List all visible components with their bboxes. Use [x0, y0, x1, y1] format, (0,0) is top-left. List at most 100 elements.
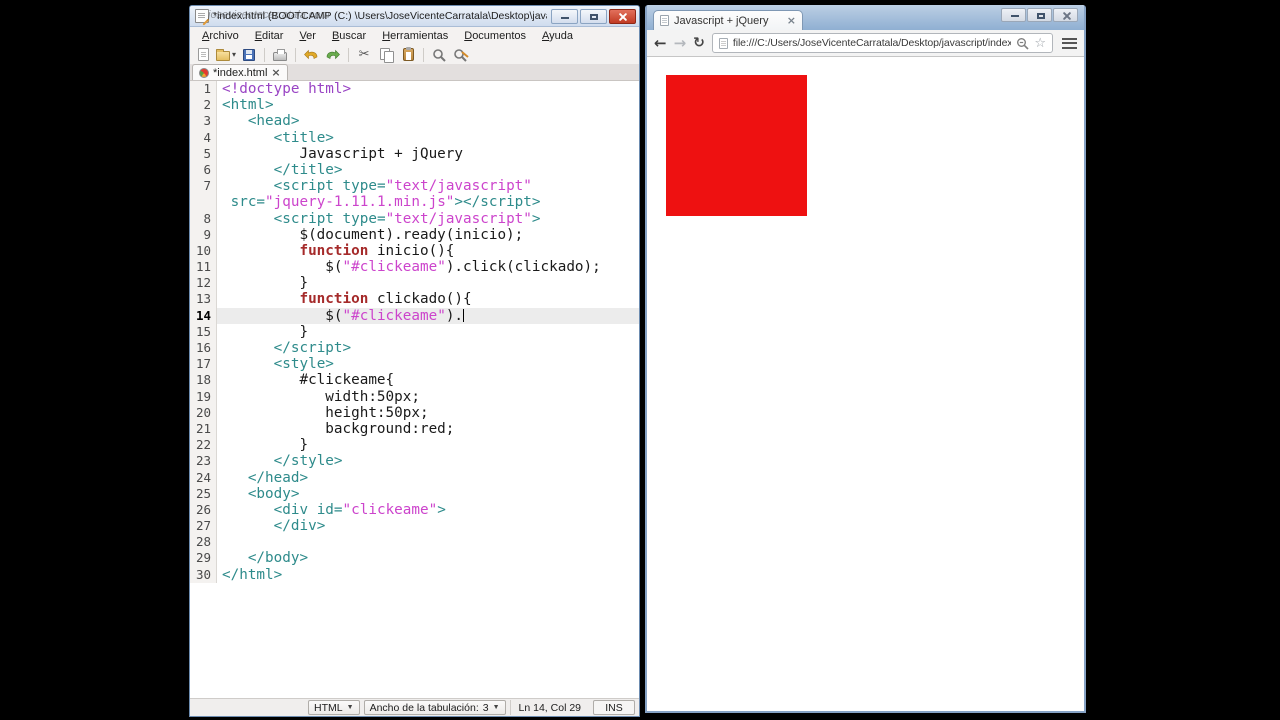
- gedit-app-icon: [195, 9, 209, 23]
- code-line[interactable]: 26 <div id="clickeame">: [190, 501, 639, 519]
- gedit-window: *index.html (BOOTCAMP (C:) \Users\JoseVi…: [189, 5, 640, 717]
- code-line[interactable]: 19 width:50px;: [190, 388, 639, 405]
- open-folder-icon: [216, 49, 230, 61]
- address-bar[interactable]: file:///C:/Users/JoseVicenteCarratala/De…: [711, 33, 1053, 53]
- chevron-down-icon: ▼: [346, 704, 354, 711]
- paste-button[interactable]: [399, 46, 417, 63]
- code-line[interactable]: src="jquery-1.11.1.min.js"></script>: [190, 194, 639, 211]
- code-line[interactable]: 28: [190, 534, 639, 551]
- tab-close-icon[interactable]: ×: [787, 15, 796, 26]
- line-number: 27: [190, 518, 217, 535]
- new-document-button[interactable]: [194, 46, 212, 63]
- code-line[interactable]: 1 <!doctype html>: [190, 81, 639, 98]
- toolbar-separator: [295, 47, 297, 62]
- code-line[interactable]: 24 </head>: [190, 469, 639, 486]
- line-number: 23: [190, 453, 217, 470]
- code-line[interactable]: 23 </style>: [190, 453, 639, 470]
- line-number: 22: [190, 437, 217, 454]
- browser-menu-icon[interactable]: [1062, 37, 1077, 49]
- line-number: 19: [190, 388, 217, 405]
- search-icon: [432, 48, 446, 62]
- code-line[interactable]: 13 function clickado(){: [190, 291, 639, 308]
- code-line[interactable]: 10 function inicio(){: [190, 242, 639, 260]
- search-replace-button[interactable]: [452, 46, 470, 63]
- line-number: 25: [190, 485, 217, 502]
- clickeame-red-square[interactable]: [666, 75, 807, 216]
- code-line[interactable]: 21 background:red;: [190, 420, 639, 438]
- code-line[interactable]: 3 <head>: [190, 113, 639, 130]
- browser-tab[interactable]: Javascript + jQuery ×: [653, 10, 803, 30]
- code-line[interactable]: 14 $("#clickeame").: [190, 307, 639, 324]
- redo-button[interactable]: [324, 46, 342, 63]
- code-line[interactable]: 30 </html>: [190, 566, 639, 583]
- redo-icon: [326, 49, 340, 60]
- menu-ayuda[interactable]: Ayuda: [534, 29, 581, 43]
- code-lines: 1 <!doctype html> 2 <html> 3 <head> 4 <title>…: [190, 81, 639, 583]
- menu-herramientas[interactable]: Herramientas: [374, 29, 456, 43]
- line-number: 10: [190, 242, 217, 260]
- search-button[interactable]: [430, 46, 448, 63]
- gedit-menubar: Archivo Editar Ver Buscar Herramientas D…: [190, 27, 639, 45]
- save-button[interactable]: [240, 46, 258, 63]
- zoom-level-icon[interactable]: [1016, 37, 1029, 50]
- code-line[interactable]: 5 Javascript + jQuery: [190, 145, 639, 162]
- menu-archivo[interactable]: Archivo: [194, 29, 247, 43]
- line-number: 21: [190, 420, 217, 438]
- code-line[interactable]: 16 </script>: [190, 340, 639, 357]
- code-line[interactable]: 12 }: [190, 275, 639, 292]
- menu-editar[interactable]: Editar: [247, 29, 292, 43]
- code-line[interactable]: 29 </body>: [190, 550, 639, 567]
- tab-close-icon[interactable]: ×: [271, 67, 280, 78]
- code-line[interactable]: 7 <script type="text/javascript": [190, 178, 639, 195]
- menu-ver[interactable]: Ver: [291, 29, 324, 43]
- line-number: 12: [190, 275, 217, 292]
- tab-width-selector[interactable]: Ancho de la tabulación: 3 ▼: [363, 700, 506, 715]
- editor-tab-index-html[interactable]: *index.html ×: [192, 64, 288, 80]
- cut-button[interactable]: ✂: [355, 46, 373, 63]
- browser-maximize-button[interactable]: [1027, 8, 1052, 22]
- code-line[interactable]: 11 $("#clickeame").click(clickado);: [190, 259, 639, 276]
- forward-button[interactable]: →: [674, 35, 687, 51]
- line-number: 30: [190, 566, 217, 583]
- gedit-titlebar[interactable]: *index.html (BOOTCAMP (C:) \Users\JoseVi…: [190, 6, 639, 27]
- code-line[interactable]: 6 </title>: [190, 161, 639, 179]
- language-selector[interactable]: HTML ▼: [308, 700, 360, 715]
- menu-documentos[interactable]: Documentos: [456, 29, 534, 43]
- maximize-icon: [1037, 13, 1045, 19]
- open-button[interactable]: ▾: [216, 46, 236, 63]
- line-number: 13: [190, 291, 217, 308]
- undo-button[interactable]: [302, 46, 320, 63]
- chevron-down-icon: ▼: [492, 704, 500, 711]
- code-line[interactable]: 25 <body>: [190, 485, 639, 502]
- open-dropdown-icon[interactable]: ▾: [232, 50, 236, 59]
- gedit-maximize-button[interactable]: [580, 8, 607, 24]
- menu-buscar[interactable]: Buscar: [324, 29, 374, 43]
- copy-button[interactable]: [377, 46, 395, 63]
- code-line[interactable]: 4 <title>: [190, 129, 639, 146]
- input-mode-indicator: INS: [593, 700, 635, 715]
- gedit-close-button[interactable]: [609, 8, 636, 24]
- reload-button[interactable]: ↻: [693, 36, 705, 50]
- code-line[interactable]: 17 <style>: [190, 356, 639, 373]
- tab-width-label: Ancho de la tabulación:: [369, 701, 479, 714]
- print-button[interactable]: [271, 46, 289, 63]
- code-editor[interactable]: 1 <!doctype html> 2 <html> 3 <head> 4 <title>…: [190, 81, 639, 698]
- code-line[interactable]: 8 <script type="text/javascript">: [190, 210, 639, 227]
- browser-close-button[interactable]: [1053, 8, 1078, 22]
- bookmark-star-icon[interactable]: ☆: [1034, 37, 1046, 50]
- code-line[interactable]: 22 }: [190, 437, 639, 454]
- browser-titlebar[interactable]: Javascript + jQuery ×: [647, 5, 1084, 30]
- code-line[interactable]: 9 $(document).ready(inicio);: [190, 226, 639, 243]
- browser-window: Javascript + jQuery × ← → ↻ file:///C:/U…: [645, 5, 1086, 713]
- browser-minimize-button[interactable]: [1001, 8, 1026, 22]
- code-line[interactable]: 20 height:50px;: [190, 404, 639, 421]
- line-number: 1: [190, 81, 217, 98]
- back-button[interactable]: ←: [654, 35, 667, 51]
- gedit-minimize-button[interactable]: [551, 8, 578, 24]
- code-line[interactable]: 15 }: [190, 323, 639, 340]
- code-line[interactable]: 18 #clickeame{: [190, 372, 639, 389]
- line-number: 6: [190, 161, 217, 179]
- code-line[interactable]: 27 </div>: [190, 518, 639, 535]
- code-line[interactable]: 2 <html>: [190, 97, 639, 114]
- url-text[interactable]: file:///C:/Users/JoseVicenteCarratala/De…: [733, 37, 1011, 49]
